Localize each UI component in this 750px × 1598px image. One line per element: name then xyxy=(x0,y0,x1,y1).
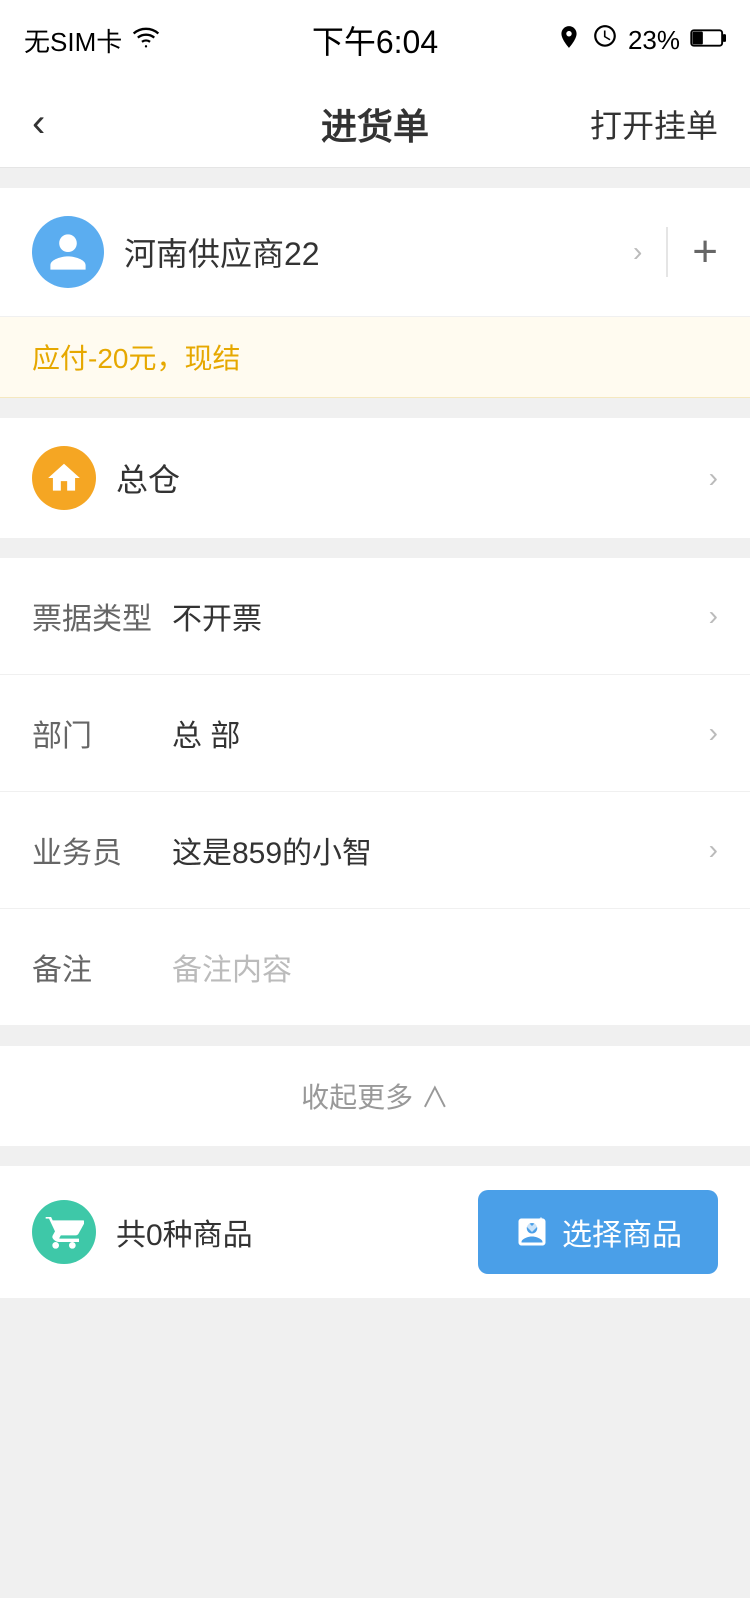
battery-icon xyxy=(690,25,726,56)
salesperson-value: 这是859的小智 xyxy=(172,828,709,872)
warehouse-section[interactable]: 总仓 › xyxy=(0,418,750,538)
department-row[interactable]: 部门 总 部 › xyxy=(0,675,750,792)
select-product-icon xyxy=(514,1214,550,1250)
collapse-label: 收起更多 ∧ xyxy=(301,1076,449,1116)
select-product-button[interactable]: 选择商品 xyxy=(478,1190,718,1274)
open-pending-button[interactable]: 打开挂单 xyxy=(590,101,718,147)
location-icon xyxy=(556,24,582,57)
remark-row[interactable]: 备注 备注内容 xyxy=(0,909,750,1025)
invoice-type-label: 票据类型 xyxy=(32,594,172,638)
product-count-text: 共0种商品 xyxy=(116,1210,458,1254)
bottom-bar: 共0种商品 选择商品 xyxy=(0,1166,750,1298)
warehouse-icon xyxy=(32,446,96,510)
remark-label: 备注 xyxy=(32,945,172,989)
invoice-type-arrow-icon: › xyxy=(709,600,718,632)
wifi-icon xyxy=(132,23,160,58)
back-button[interactable]: ‹ xyxy=(32,101,45,146)
status-time: 下午6:04 xyxy=(312,17,438,63)
supplier-divider xyxy=(666,227,668,277)
nav-bar: ‹ 进货单 打开挂单 xyxy=(0,80,750,168)
department-arrow-icon: › xyxy=(709,717,718,749)
page-title: 进货单 xyxy=(321,98,429,150)
main-background xyxy=(0,1298,750,1598)
carrier-label: 无SIM卡 xyxy=(24,22,122,59)
invoice-type-row[interactable]: 票据类型 不开票 › xyxy=(0,558,750,675)
salesperson-arrow-icon: › xyxy=(709,834,718,866)
battery-label: 23% xyxy=(628,25,680,56)
supplier-name[interactable]: 河南供应商22 xyxy=(124,229,633,275)
add-supplier-button[interactable]: + xyxy=(692,227,718,277)
status-right: 23% xyxy=(556,24,726,57)
department-value: 总 部 xyxy=(172,711,709,755)
salesperson-row[interactable]: 业务员 这是859的小智 › xyxy=(0,792,750,909)
alarm-icon xyxy=(592,24,618,57)
collapse-row[interactable]: 收起更多 ∧ xyxy=(0,1045,750,1146)
notice-banner: 应付-20元，现结 xyxy=(0,317,750,398)
warehouse-name: 总仓 xyxy=(116,455,709,501)
supplier-section: 河南供应商22 › + xyxy=(0,188,750,317)
select-product-label: 选择商品 xyxy=(562,1210,682,1254)
product-count-icon xyxy=(32,1200,96,1264)
status-bar: 无SIM卡 下午6:04 23% xyxy=(0,0,750,80)
department-label: 部门 xyxy=(32,711,172,755)
invoice-type-value: 不开票 xyxy=(172,594,709,638)
form-section: 票据类型 不开票 › 部门 总 部 › 业务员 这是859的小智 › 备注 备注… xyxy=(0,558,750,1025)
status-left: 无SIM卡 xyxy=(24,22,160,59)
remark-value: 备注内容 xyxy=(172,945,718,989)
supplier-arrow-icon: › xyxy=(633,236,642,268)
warehouse-arrow-icon: › xyxy=(709,462,718,494)
notice-text: 应付-20元，现结 xyxy=(32,343,240,374)
gap-1 xyxy=(0,168,750,188)
salesperson-label: 业务员 xyxy=(32,828,172,872)
supplier-avatar xyxy=(32,216,104,288)
